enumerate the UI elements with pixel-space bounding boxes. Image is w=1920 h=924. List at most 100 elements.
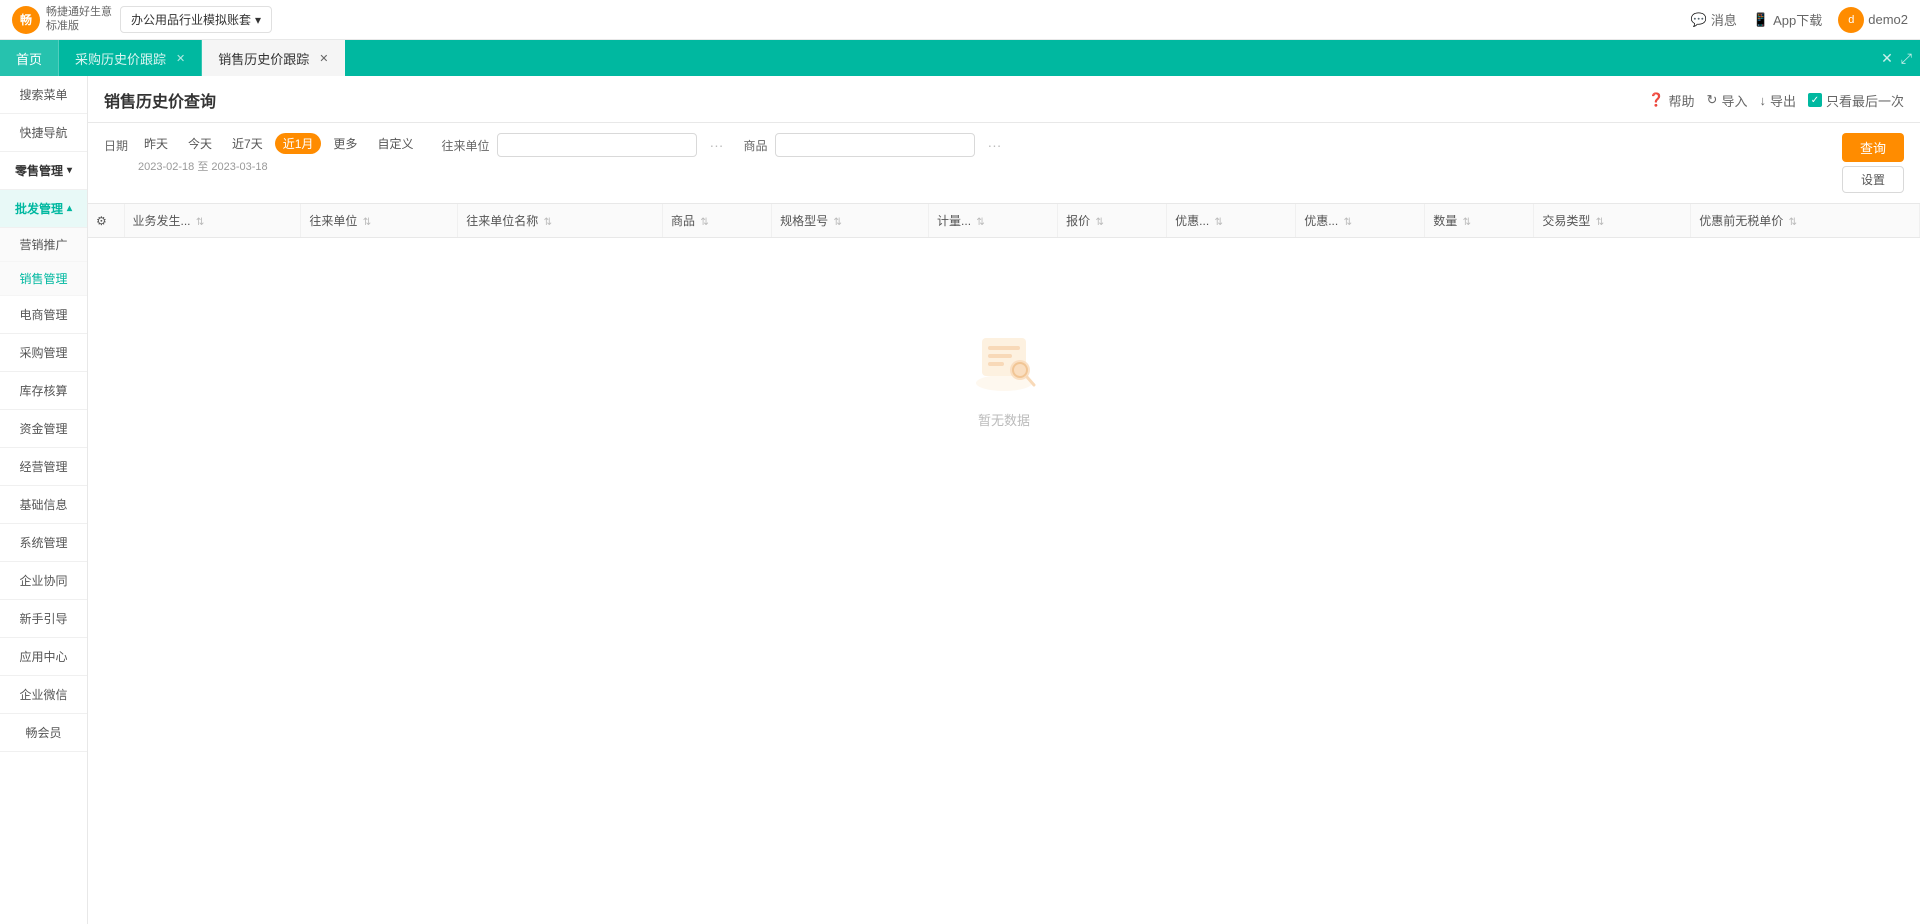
sidebar-item-system-mgmt[interactable]: 系统管理: [0, 524, 87, 562]
chip-yesterday[interactable]: 昨天: [136, 133, 176, 154]
retail-mgmt-label: 零售管理: [15, 162, 63, 179]
date-filter-options: 昨天 今天 近7天 近1月 更多 自定义 2023-02-18 至 2023-0…: [136, 133, 421, 174]
tab-sales-history[interactable]: 销售历史价跟踪 ✕: [202, 40, 345, 76]
th-trade-type[interactable]: 交易类型 ⇅: [1534, 204, 1691, 238]
message-icon: 💬: [1691, 12, 1707, 28]
th-spec[interactable]: 规格型号 ⇅: [772, 204, 929, 238]
chip-7days[interactable]: 近7天: [224, 133, 271, 154]
logo-icon: 畅: [12, 6, 40, 34]
close-window-button[interactable]: ✕: [1881, 50, 1893, 67]
th-biz-date[interactable]: 业务发生... ⇅: [124, 204, 301, 238]
main-layout: 搜索菜单 快捷导航 零售管理 ▾ 批发管理 ▴ 营销推广 销售管理 电商管理 采…: [0, 76, 1920, 924]
sidebar-item-enterprise-wechat[interactable]: 企业微信: [0, 676, 87, 714]
th-discount1[interactable]: 优惠... ⇅: [1167, 204, 1296, 238]
sort-icon-pretax: ⇅: [1789, 217, 1797, 228]
export-button[interactable]: ↓ 导出: [1759, 91, 1796, 110]
th-partner-code[interactable]: 往来单位 ⇅: [301, 204, 458, 238]
import-icon: ↻: [1707, 92, 1718, 108]
export-icon: ↓: [1759, 93, 1766, 108]
partner-filter-input[interactable]: [497, 133, 697, 157]
th-partner-name[interactable]: 往来单位名称 ⇅: [458, 204, 663, 238]
tab-home[interactable]: 首页: [0, 40, 59, 76]
chevron-icon-retail: ▾: [67, 165, 72, 176]
query-button[interactable]: 查询: [1842, 133, 1904, 162]
sort-icon-price: ⇅: [1095, 217, 1103, 228]
page-header: 销售历史价查询 ❓ 帮助 ↻ 导入 ↓ 导出 ✓: [88, 76, 1920, 123]
filter-row: 日期 昨天 今天 近7天 近1月 更多 自定义 2023-02-18 至 202…: [88, 123, 1920, 204]
settings-button[interactable]: 设置: [1842, 166, 1904, 193]
chip-today[interactable]: 今天: [180, 133, 220, 154]
product-filter-label: 商品: [743, 137, 767, 154]
message-button[interactable]: 💬 消息: [1691, 10, 1737, 29]
sidebar-item-retail-mgmt[interactable]: 零售管理 ▾: [0, 152, 87, 190]
chip-1month[interactable]: 近1月: [275, 133, 322, 154]
partner-filter-field: 往来单位 ···: [441, 133, 723, 157]
sidebar-item-app-center[interactable]: 应用中心: [0, 638, 87, 676]
import-button[interactable]: ↻ 导入: [1707, 91, 1748, 110]
sidebar-item-sales-mgmt[interactable]: 销售管理: [0, 262, 87, 296]
sales-history-tab-close[interactable]: ✕: [319, 52, 328, 65]
top-bar-right: 💬 消息 📱 App下载 d demo2: [1691, 7, 1908, 33]
th-product[interactable]: 商品 ⇅: [663, 204, 772, 238]
th-discount2[interactable]: 优惠... ⇅: [1296, 204, 1425, 238]
product-filter-field: 商品 ···: [743, 133, 1001, 157]
chip-custom[interactable]: 自定义: [369, 133, 421, 154]
sort-icon-product: ⇅: [700, 217, 708, 228]
tab-bar: 首页 采购历史价跟踪 ✕ 销售历史价跟踪 ✕ ✕ ⤢: [0, 40, 1920, 76]
th-pretax-price[interactable]: 优惠前无税单价 ⇅: [1691, 204, 1920, 238]
empty-icon: [964, 318, 1044, 398]
sidebar-item-enterprise-collab[interactable]: 企业协同: [0, 562, 87, 600]
sidebar-item-finance[interactable]: 资金管理: [0, 410, 87, 448]
purchase-history-tab-close[interactable]: ✕: [176, 52, 185, 65]
sort-icon-partner: ⇅: [363, 217, 371, 228]
th-quantity[interactable]: 数量 ⇅: [1425, 204, 1534, 238]
date-chips: 昨天 今天 近7天 近1月 更多 自定义: [136, 133, 421, 154]
chevron-down-icon: ▾: [255, 13, 261, 27]
chip-more[interactable]: 更多: [325, 133, 365, 154]
table-header-row: ⚙ 业务发生... ⇅ 往来单位 ⇅ 往来单位名称 ⇅: [88, 204, 1920, 238]
sidebar-item-purchase-mgmt[interactable]: 采购管理: [0, 334, 87, 372]
sidebar: 搜索菜单 快捷导航 零售管理 ▾ 批发管理 ▴ 营销推广 销售管理 电商管理 采…: [0, 76, 88, 924]
gear-icon[interactable]: ⚙: [96, 214, 107, 228]
sort-icon-partner-name: ⇅: [544, 217, 552, 228]
tab-bar-end: ✕ ⤢: [1873, 40, 1920, 76]
sidebar-item-ecommerce[interactable]: 电商管理: [0, 296, 87, 334]
sales-history-tab-label: 销售历史价跟踪: [218, 49, 309, 68]
wholesale-mgmt-label: 批发管理: [15, 200, 63, 217]
sort-icon-unit: ⇅: [976, 217, 984, 228]
date-filter-label: 日期: [104, 133, 128, 154]
maximize-button[interactable]: ⤢: [1901, 50, 1912, 67]
sort-icon-disc1: ⇅: [1215, 217, 1223, 228]
sidebar-item-basic-info[interactable]: 基础信息: [0, 486, 87, 524]
sidebar-item-member[interactable]: 畅会员: [0, 714, 87, 752]
table-container: ⚙ 业务发生... ⇅ 往来单位 ⇅ 往来单位名称 ⇅: [88, 204, 1920, 924]
only-last-checkbox[interactable]: ✓: [1808, 93, 1822, 107]
app-download-button[interactable]: 📱 App下载: [1753, 10, 1822, 29]
product-filter-dots[interactable]: ···: [987, 137, 1001, 153]
user-menu[interactable]: d demo2: [1838, 7, 1908, 33]
sort-icon-spec: ⇅: [833, 217, 841, 228]
sidebar-item-search-menu[interactable]: 搜索菜单: [0, 76, 87, 114]
sidebar-item-operations[interactable]: 经营管理: [0, 448, 87, 486]
header-actions: ❓ 帮助 ↻ 导入 ↓ 导出 ✓ 只看最后一次: [1648, 91, 1904, 110]
top-bar-left: 畅 畅捷通好生意 标准版 办公用品行业模拟账套 ▾: [12, 6, 272, 34]
home-tab-label: 首页: [16, 49, 42, 68]
top-bar: 畅 畅捷通好生意 标准版 办公用品行业模拟账套 ▾ 💬 消息 📱 App下载 d…: [0, 0, 1920, 40]
sidebar-item-wholesale-mgmt[interactable]: 批发管理 ▴: [0, 190, 87, 228]
th-gear[interactable]: ⚙: [88, 204, 124, 238]
partner-filter-label: 往来单位: [441, 137, 489, 154]
app-selector[interactable]: 办公用品行业模拟账套 ▾: [120, 6, 272, 33]
sidebar-item-marketing[interactable]: 营销推广: [0, 228, 87, 262]
sort-icon-qty: ⇅: [1463, 217, 1471, 228]
partner-filter-dots[interactable]: ···: [709, 137, 723, 153]
th-unit[interactable]: 计量... ⇅: [929, 204, 1058, 238]
tab-purchase-history[interactable]: 采购历史价跟踪 ✕: [59, 40, 202, 76]
help-button[interactable]: ❓ 帮助: [1648, 91, 1694, 110]
sidebar-item-quick-nav[interactable]: 快捷导航: [0, 114, 87, 152]
sidebar-item-newbie[interactable]: 新手引导: [0, 600, 87, 638]
th-quoted-price[interactable]: 报价 ⇅: [1058, 204, 1167, 238]
sidebar-item-inventory[interactable]: 库存核算: [0, 372, 87, 410]
filter-actions: 查询 设置: [1842, 133, 1904, 193]
product-filter-input[interactable]: [775, 133, 975, 157]
only-last-checkbox-group[interactable]: ✓ 只看最后一次: [1808, 91, 1904, 110]
